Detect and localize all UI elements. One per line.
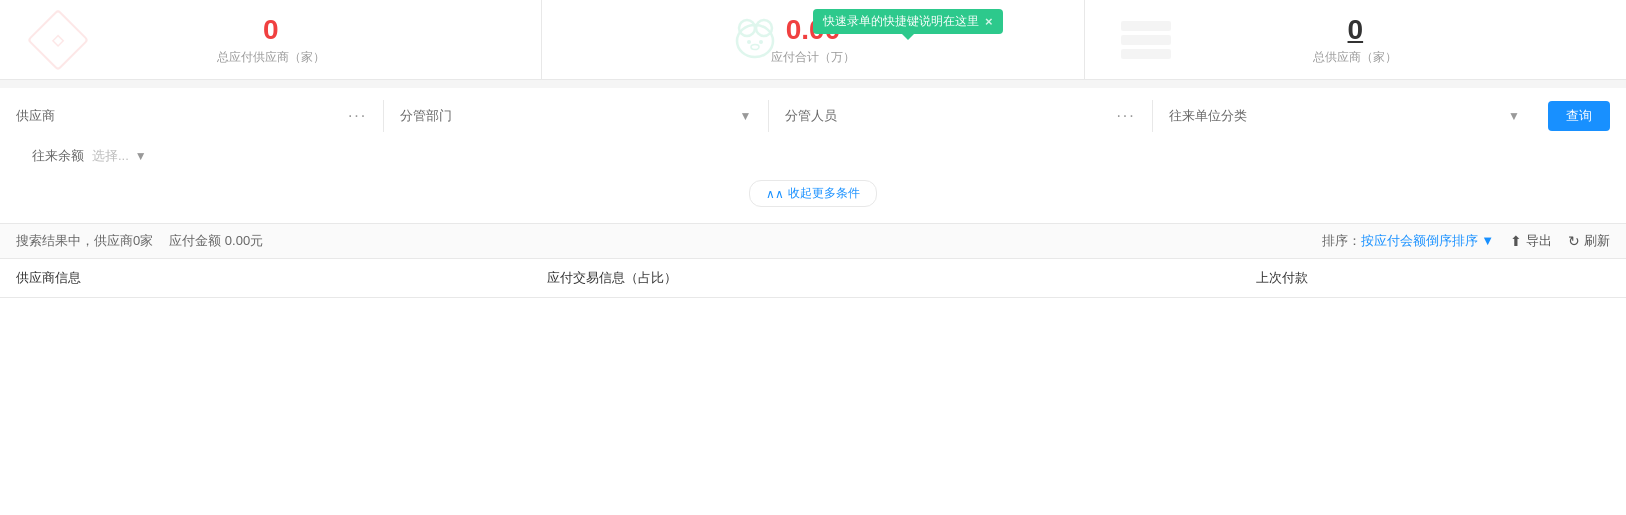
tooltip-close[interactable]: × (985, 14, 993, 29)
result-info: 搜索结果中，供应商0家 应付金额 0.00元 (16, 232, 263, 250)
svg-point-3 (747, 40, 751, 44)
result-bar: 搜索结果中，供应商0家 应付金额 0.00元 排序：按应付会额倒序排序 ▼ ⬆ … (0, 224, 1626, 259)
balance-field: 往来余额 选择... ▼ (16, 140, 163, 172)
stat-payable-suppliers: ◇ 0 总应付供应商（家） (0, 0, 542, 79)
svg-point-4 (759, 40, 763, 44)
result-amount: 应付金额 0.00元 (169, 232, 263, 250)
top-stats-bar: ◇ 0 总应付供应商（家） 0.00 应付合计（万） 快速录单的快捷键说明在这里… (0, 0, 1626, 80)
result-summary: 搜索结果中，供应商0家 (16, 232, 153, 250)
person-field: 分管人员 ··· (769, 100, 1153, 132)
balance-select-placeholder[interactable]: 选择... (92, 147, 129, 165)
person-input[interactable] (845, 109, 1117, 124)
dept-field: 分管部门 ▼ (384, 100, 768, 132)
unit-class-arrow[interactable]: ▼ (1508, 109, 1520, 123)
tooltip-text: 快速录单的快捷键说明在这里 (823, 13, 979, 30)
total-suppliers-label: 总供应商（家） (1313, 49, 1397, 66)
search-row-1: 供应商 ··· 分管部门 ▼ 分管人员 ··· 往来单位分类 ▼ 查询 (16, 100, 1610, 132)
sort-value[interactable]: 按应付会额倒序排序 (1361, 233, 1478, 248)
payable-total-label: 应付合计（万） (771, 49, 855, 66)
supplier-dots[interactable]: ··· (348, 107, 367, 125)
payable-suppliers-number: 0 (263, 13, 279, 47)
payable-suppliers-label: 总应付供应商（家） (217, 49, 325, 66)
tooltip-bubble: 快速录单的快捷键说明在这里 × (813, 9, 1003, 34)
supplier-field: 供应商 ··· (16, 100, 384, 132)
dept-input[interactable] (460, 109, 739, 124)
supplier-label: 供应商 (16, 107, 55, 125)
stat-total-suppliers: 0 总供应商（家） (1085, 0, 1626, 79)
dept-label: 分管部门 (400, 107, 452, 125)
balance-label: 往来余额 (32, 147, 84, 165)
search-row-2: 往来余额 选择... ▼ (16, 140, 1610, 172)
collapse-label: 收起更多条件 (788, 185, 860, 202)
svg-point-1 (739, 20, 755, 36)
person-label: 分管人员 (785, 107, 837, 125)
refresh-icon: ↻ (1568, 233, 1580, 249)
table-body (0, 298, 1626, 515)
export-icon: ⬆ (1510, 233, 1522, 249)
dept-arrow[interactable]: ▼ (740, 109, 752, 123)
total-suppliers-number: 0 (1348, 13, 1364, 47)
svg-point-5 (751, 44, 759, 49)
table-header: 供应商信息 应付交易信息（占比） 上次付款 (0, 259, 1626, 298)
search-button[interactable]: 查询 (1548, 101, 1610, 131)
sort-label: 排序：按应付会额倒序排序 ▼ (1322, 232, 1495, 250)
collapse-arrow-icon: ∧∧ (766, 187, 784, 201)
unit-class-input[interactable] (1255, 109, 1508, 124)
table-col-transaction: 应付交易信息（占比） (547, 269, 1255, 287)
export-label: 导出 (1526, 232, 1552, 250)
table-col-lastpay: 上次付款 (1256, 269, 1610, 287)
person-dots[interactable]: ··· (1116, 107, 1135, 125)
table-col-supplier: 供应商信息 (16, 269, 547, 287)
unit-class-label: 往来单位分类 (1169, 107, 1247, 125)
result-actions: 排序：按应付会额倒序排序 ▼ ⬆ 导出 ↻ 刷新 (1322, 232, 1611, 250)
sort-arrow[interactable]: ▼ (1481, 233, 1494, 248)
export-button[interactable]: ⬆ 导出 (1510, 232, 1552, 250)
search-area: 供应商 ··· 分管部门 ▼ 分管人员 ··· 往来单位分类 ▼ 查询 往来余额… (0, 88, 1626, 224)
supplier-input[interactable] (63, 109, 348, 124)
stat-payable-total: 0.00 应付合计（万） 快速录单的快捷键说明在这里 × (542, 0, 1084, 79)
collapse-bar: ∧∧ 收起更多条件 (16, 176, 1610, 215)
refresh-label: 刷新 (1584, 232, 1610, 250)
collapse-button[interactable]: ∧∧ 收起更多条件 (749, 180, 877, 207)
refresh-button[interactable]: ↻ 刷新 (1568, 232, 1610, 250)
balance-arrow[interactable]: ▼ (135, 149, 147, 163)
unit-class-field: 往来单位分类 ▼ (1153, 100, 1536, 132)
